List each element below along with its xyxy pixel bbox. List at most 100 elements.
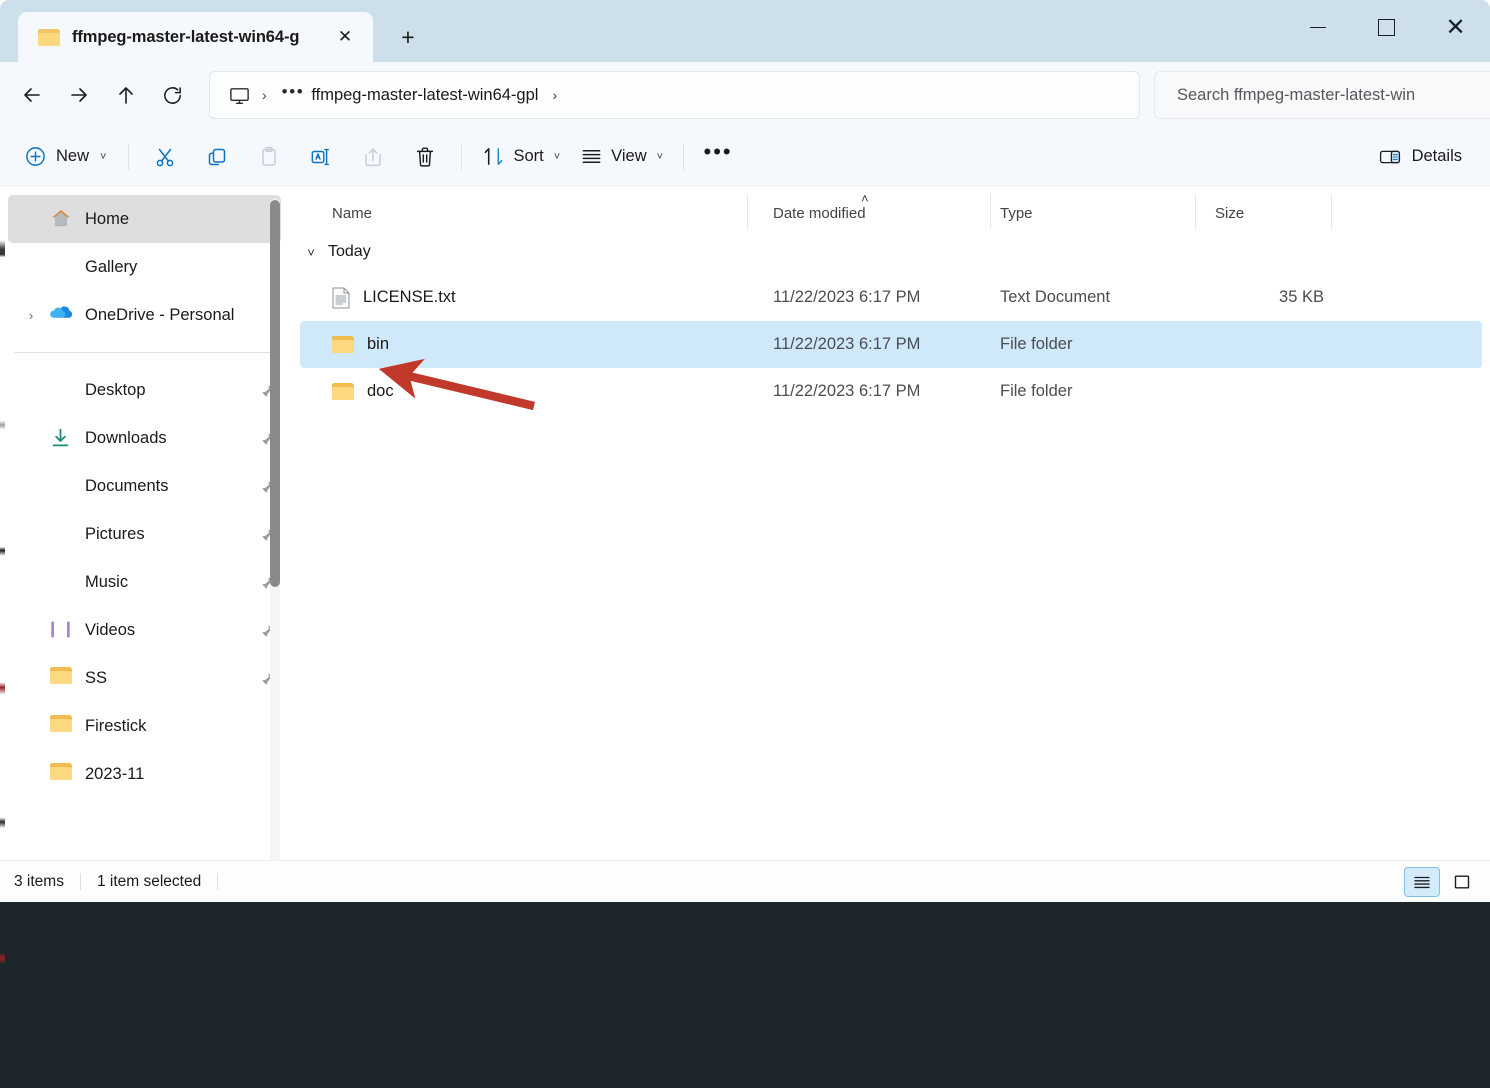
large-icons-view-toggle[interactable] bbox=[1444, 867, 1480, 897]
file-name-cell: bin bbox=[332, 335, 748, 354]
folder-icon bbox=[332, 383, 354, 401]
sidebar-item-desktop[interactable]: Desktop bbox=[8, 366, 281, 414]
file-name-label: LICENSE.txt bbox=[363, 288, 456, 307]
sidebar-item-label: Pictures bbox=[85, 525, 261, 544]
up-button[interactable] bbox=[102, 74, 149, 116]
table-row[interactable]: bin11/22/2023 6:17 PMFile folder bbox=[300, 321, 1482, 368]
sidebar-item-2023-11[interactable]: 2023-11 bbox=[8, 750, 281, 798]
sort-button[interactable]: Sort ˅ bbox=[472, 137, 570, 177]
music-icon bbox=[50, 571, 72, 593]
sidebar-item-onedrive-personal[interactable]: ›OneDrive - Personal bbox=[8, 291, 281, 339]
new-tab-icon[interactable]: + bbox=[389, 18, 427, 56]
chevron-down-icon: ˅ bbox=[657, 151, 663, 163]
new-button-label: New bbox=[56, 147, 89, 166]
file-rows: LICENSE.txt11/22/2023 6:17 PMText Docume… bbox=[292, 274, 1490, 415]
group-header-today[interactable]: ˅ Today bbox=[292, 230, 1490, 274]
breadcrumb-overflow-button[interactable]: ••• bbox=[278, 82, 309, 109]
home-icon bbox=[50, 208, 72, 228]
address-bar[interactable]: › ••• ffmpeg-master-latest-win64-gpl › bbox=[209, 71, 1140, 119]
chevron-down-icon: ˅ bbox=[554, 151, 560, 163]
this-pc-icon[interactable] bbox=[228, 84, 251, 107]
group-label: Today bbox=[328, 243, 371, 261]
selection-count-label: 1 item selected bbox=[97, 873, 201, 891]
sidebar-item-label: Gallery bbox=[85, 258, 281, 277]
column-header-date-modified[interactable]: ˄ Date modified bbox=[748, 194, 991, 230]
sidebar-item-documents[interactable]: Documents bbox=[8, 462, 281, 510]
breadcrumb-current-folder[interactable]: ffmpeg-master-latest-win64-gpl bbox=[308, 86, 541, 105]
view-button-label: View bbox=[611, 147, 646, 166]
more-options-button[interactable]: ••• bbox=[694, 137, 742, 177]
toolbar-divider-2 bbox=[461, 144, 462, 170]
delete-button[interactable] bbox=[399, 137, 451, 177]
desktop-icon bbox=[50, 379, 72, 401]
folder-icon bbox=[50, 763, 72, 785]
details-view-toggle[interactable] bbox=[1404, 867, 1440, 897]
sidebar-scrollbar-thumb[interactable] bbox=[270, 200, 280, 587]
new-button[interactable]: New ˅ bbox=[16, 137, 118, 177]
column-label-size: Size bbox=[1215, 205, 1244, 222]
tab-title: ffmpeg-master-latest-win64-g bbox=[72, 28, 331, 47]
cut-button[interactable] bbox=[139, 137, 191, 177]
view-button[interactable]: View ˅ bbox=[570, 137, 673, 177]
column-label-date: Date modified bbox=[773, 205, 866, 222]
sidebar-item-pictures[interactable]: Pictures bbox=[8, 510, 281, 558]
sidebar-item-label: Home bbox=[85, 210, 281, 229]
chevron-right-icon[interactable]: › bbox=[22, 306, 40, 324]
status-divider-2 bbox=[217, 873, 218, 890]
sidebar-item-label: Documents bbox=[85, 477, 261, 496]
share-button bbox=[347, 137, 399, 177]
search-box[interactable] bbox=[1154, 71, 1490, 119]
date-modified-cell: 11/22/2023 6:17 PM bbox=[748, 335, 991, 354]
search-input[interactable] bbox=[1177, 86, 1487, 105]
refresh-button[interactable] bbox=[149, 74, 196, 116]
navigation-bar: › ••• ffmpeg-master-latest-win64-gpl › bbox=[0, 62, 1490, 128]
file-name-cell: doc bbox=[332, 382, 748, 401]
column-header-type[interactable]: Type bbox=[991, 194, 1196, 230]
sidebar-list: Home Gallery ›OneDrive - Personal Desktop Do… bbox=[0, 195, 292, 798]
onedrive-icon bbox=[50, 304, 72, 326]
column-header-name[interactable]: Name bbox=[332, 194, 748, 230]
table-row[interactable]: LICENSE.txt11/22/2023 6:17 PMText Docume… bbox=[300, 274, 1482, 321]
sidebar-item-label: 2023-11 bbox=[85, 765, 281, 784]
sidebar-item-ss[interactable]: SS bbox=[8, 654, 281, 702]
back-button[interactable] bbox=[8, 74, 55, 116]
sidebar-item-videos[interactable]: Videos bbox=[8, 606, 281, 654]
videos-icon bbox=[50, 619, 72, 641]
type-cell: File folder bbox=[991, 382, 1196, 401]
rename-button[interactable] bbox=[295, 137, 347, 177]
chevron-down-icon: ˅ bbox=[100, 151, 106, 163]
navigation-sidebar: Home Gallery ›OneDrive - Personal Desktop Do… bbox=[0, 186, 292, 860]
gallery-icon bbox=[50, 256, 72, 278]
item-count-label: 3 items bbox=[14, 873, 64, 891]
maximize-button[interactable] bbox=[1352, 0, 1421, 55]
toolbar-divider-3 bbox=[683, 144, 684, 170]
forward-button[interactable] bbox=[55, 74, 102, 116]
command-toolbar: New ˅ bbox=[0, 128, 1490, 186]
tab-ffmpeg-folder[interactable]: ffmpeg-master-latest-win64-g ✕ bbox=[18, 12, 373, 62]
copy-button[interactable] bbox=[191, 137, 243, 177]
sidebar-item-home[interactable]: Home bbox=[8, 195, 281, 243]
minimize-button[interactable] bbox=[1283, 0, 1352, 55]
text-file-icon bbox=[332, 287, 350, 309]
sidebar-item-firestick[interactable]: Firestick bbox=[8, 702, 281, 750]
sidebar-item-label: Videos bbox=[85, 621, 261, 640]
column-label-name: Name bbox=[332, 205, 372, 222]
sort-button-label: Sort bbox=[513, 147, 543, 166]
close-window-icon[interactable]: ✕ bbox=[1421, 0, 1490, 55]
sort-indicator-icon: ˄ bbox=[861, 192, 869, 205]
sidebar-item-gallery[interactable]: Gallery bbox=[8, 243, 281, 291]
details-pane-button[interactable]: Details bbox=[1364, 137, 1476, 177]
title-bar: ffmpeg-master-latest-win64-g ✕ + ✕ bbox=[0, 0, 1490, 62]
sidebar-item-downloads[interactable]: Downloads bbox=[8, 414, 281, 462]
breadcrumb-separator-end[interactable]: › bbox=[541, 87, 568, 103]
column-header-size[interactable]: Size bbox=[1196, 194, 1332, 230]
table-row[interactable]: doc11/22/2023 6:17 PMFile folder bbox=[300, 368, 1482, 415]
sidebar-item-label: Desktop bbox=[85, 381, 261, 400]
sidebar-item-label: Downloads bbox=[85, 429, 261, 448]
onedrive-icon bbox=[50, 304, 73, 319]
column-headers: Name ˄ Date modified Type Size bbox=[292, 186, 1490, 230]
close-tab-icon[interactable]: ✕ bbox=[331, 23, 359, 51]
column-divider[interactable] bbox=[1331, 194, 1332, 228]
sidebar-item-music[interactable]: Music bbox=[8, 558, 281, 606]
details-button-label: Details bbox=[1412, 147, 1462, 166]
